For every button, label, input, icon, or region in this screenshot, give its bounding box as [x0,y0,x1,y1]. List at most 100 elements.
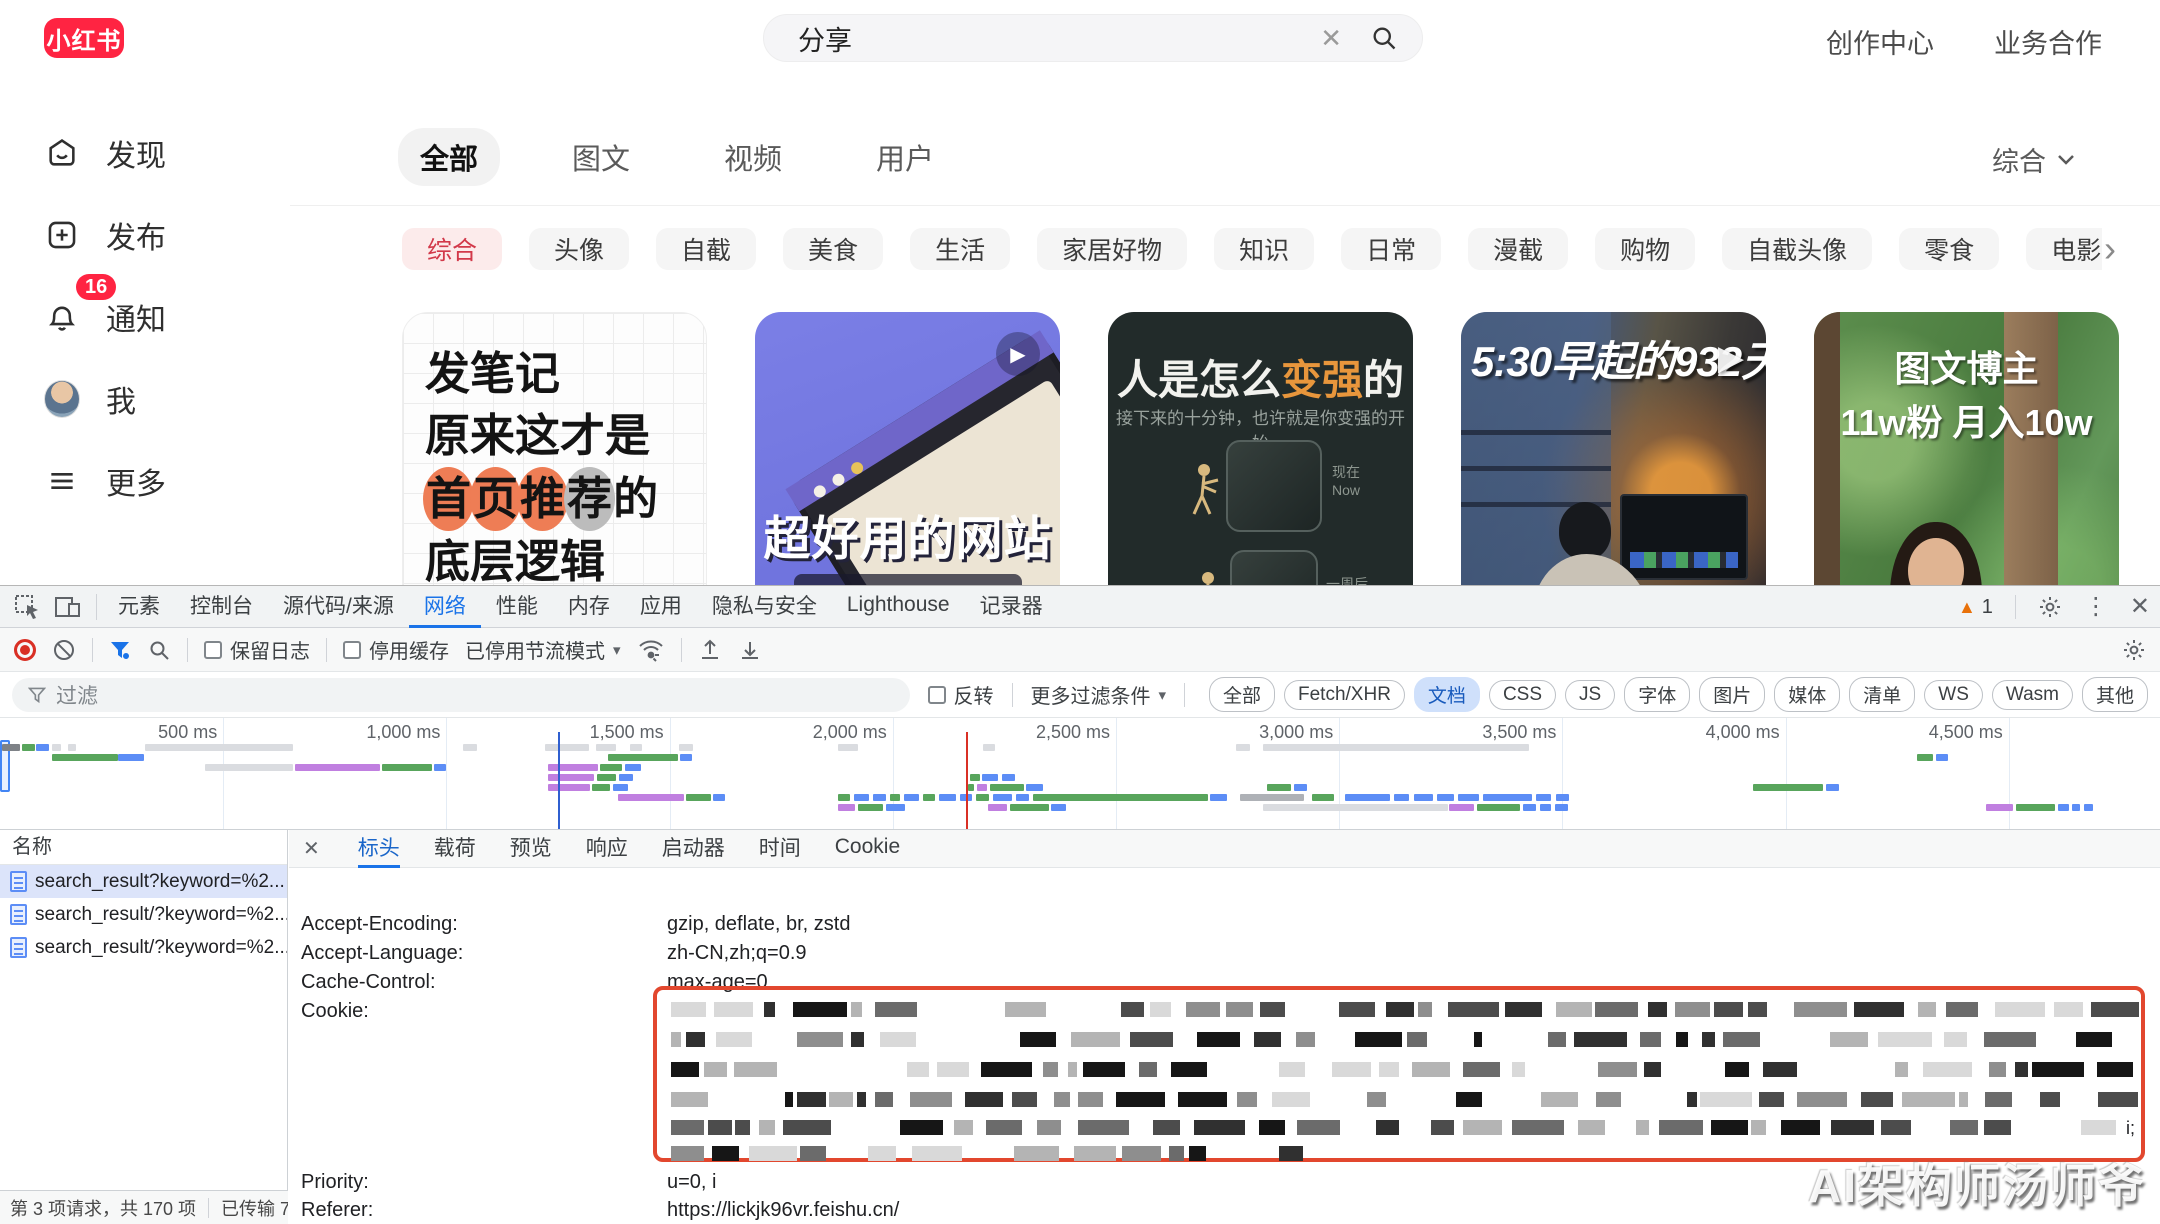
devtools-tab-网络[interactable]: 网络 [409,586,481,628]
search-icon[interactable] [1370,24,1398,52]
devtools-tab-元素[interactable]: 元素 [103,586,175,628]
sidebar-item-notify[interactable]: 通知16 [44,292,274,342]
waterfall-bar [545,744,589,751]
request-row[interactable]: search_result/?keyword=%2... [0,898,287,931]
filter-type-chip[interactable]: JS [1565,680,1615,710]
preserve-log-checkbox[interactable]: 保留日志 [204,635,310,664]
waterfall-bar [68,744,76,751]
filter-input[interactable]: 过滤 [12,678,910,712]
import-har-icon[interactable] [698,638,722,662]
filter-type-chip[interactable]: Wasm [1992,680,2073,710]
category-chip[interactable]: 漫截 [1468,228,1568,270]
filter-type-chip[interactable]: 清单 [1849,677,1915,712]
category-chip[interactable]: 自截头像 [1722,228,1872,270]
sort-dropdown[interactable]: 综合 [1992,140,2076,179]
business-coop-link[interactable]: 业务合作 [1994,22,2102,61]
details-tab-响应[interactable]: 响应 [586,830,628,868]
details-tab-时间[interactable]: 时间 [759,830,801,868]
category-chip[interactable]: 头像 [529,228,629,270]
filter-type-chip[interactable]: CSS [1489,680,1556,710]
filter-type-chip[interactable]: WS [1924,680,1983,710]
sidebar-item-discover[interactable]: 发现 [44,128,274,178]
category-chip[interactable]: 购物 [1595,228,1695,270]
network-conditions-icon[interactable] [637,637,665,663]
devtools-tab-隐私与安全[interactable]: 隐私与安全 [697,586,832,628]
filter-type-chip[interactable]: 文档 [1414,677,1480,712]
note-card-4[interactable]: 5:30早起的932天 ▶ [1461,312,1766,585]
details-tab-载荷[interactable]: 载荷 [434,830,476,868]
tab-视频[interactable]: 视频 [702,128,804,186]
more-filters-dropdown[interactable]: 更多过滤条件 ▾ [1030,680,1166,709]
search-bar[interactable]: 分享 ✕ [763,14,1423,62]
category-chip[interactable]: 综合 [402,228,502,270]
network-settings-gear-icon[interactable] [2122,638,2146,662]
details-tab-Cookie[interactable]: Cookie [835,830,900,868]
filter-type-chip[interactable]: 媒体 [1774,677,1840,712]
category-chip[interactable]: 自截 [656,228,756,270]
export-har-icon[interactable] [738,638,762,662]
network-overview-waterfall[interactable]: 500 ms1,000 ms1,500 ms2,000 ms2,500 ms3,… [0,718,2160,830]
chips-overflow-chevron-icon[interactable]: › [2104,230,2116,268]
close-devtools-icon[interactable]: ✕ [2130,595,2150,619]
note-card-5[interactable]: 图文博主 11w粉 月入10w [1814,312,2119,585]
filter-type-chip[interactable]: 图片 [1699,677,1765,712]
details-tab-标头[interactable]: 标头 [358,830,400,868]
waterfall-bar [890,794,900,801]
filter-type-chip[interactable]: 全部 [1209,677,1275,712]
devtools-tab-内存[interactable]: 内存 [553,586,625,628]
clear-search-icon[interactable]: ✕ [1320,23,1342,54]
name-column-header[interactable]: 名称 [0,830,287,865]
creator-center-link[interactable]: 创作中心 [1826,22,1934,61]
xiaohongshu-logo[interactable]: 小红书 [44,18,124,58]
category-chip[interactable]: 零食 [1899,228,1999,270]
search-network-icon[interactable] [147,638,171,662]
request-row[interactable]: search_result/?keyword=%2... [0,931,287,964]
devtools-tab-Lighthouse[interactable]: Lighthouse [832,586,965,628]
filter-type-chip[interactable]: 字体 [1624,677,1690,712]
waterfall-bar [548,784,590,791]
sidebar-item-me[interactable]: 我 [44,374,274,424]
sidebar-item-publish[interactable]: 发布 [44,210,274,260]
category-chip[interactable]: 生活 [910,228,1010,270]
invert-filter-checkbox[interactable]: 反转 [928,680,994,709]
tab-用户[interactable]: 用户 [854,128,956,186]
details-tab-启动器[interactable]: 启动器 [662,830,725,868]
category-chip[interactable]: 知识 [1214,228,1314,270]
disable-cache-checkbox[interactable]: 停用缓存 [343,635,449,664]
tab-全部[interactable]: 全部 [398,128,500,186]
waterfall-bar [838,744,858,751]
filter-type-chip[interactable]: 其他 [2082,677,2148,712]
sidebar-item-more[interactable]: 更多 [44,456,274,506]
clear-network-log-icon[interactable] [52,638,76,662]
settings-gear-icon[interactable] [2038,595,2062,619]
note-card-2[interactable]: ▶ 超好用的网站 录屏秒变PDF教程 [755,312,1060,585]
note-card-1[interactable]: 发笔记 原来这才是 首页推荐的 底层逻辑 [402,312,707,585]
device-toolbar-icon[interactable] [54,595,82,619]
warning-counter[interactable]: ▲ 1 [1958,596,1993,619]
filter-funnel-icon[interactable] [109,639,131,661]
waterfall-bar [295,764,380,771]
devtools-tab-源代码/来源[interactable]: 源代码/来源 [268,586,409,628]
category-chip[interactable]: 美食 [783,228,883,270]
filter-type-chip[interactable]: Fetch/XHR [1284,680,1405,710]
note-card-3[interactable]: 人是怎么变强的 接下来的十分钟，也许就是你变强的开始 现在Now 一周后One … [1108,312,1413,585]
devtools-tab-应用[interactable]: 应用 [625,586,697,628]
request-row[interactable]: search_result?keyword=%2... [0,865,287,898]
devtools-tab-记录器[interactable]: 记录器 [965,586,1058,628]
close-details-icon[interactable]: ✕ [303,836,320,861]
category-chip[interactable]: 家居好物 [1037,228,1187,270]
kebab-menu-icon[interactable]: ⋮ [2084,595,2108,619]
tick-label: 2,500 ms [1036,722,1110,743]
record-network-log-icon[interactable] [14,639,36,661]
search-input[interactable]: 分享 [798,19,1320,58]
tab-图文[interactable]: 图文 [550,128,652,186]
waterfall-bar [382,764,432,771]
devtools-tab-控制台[interactable]: 控制台 [175,586,268,628]
throttling-dropdown[interactable]: 已停用节流模式 ▾ [465,635,621,664]
gridline [893,718,894,829]
category-chip[interactable]: 日常 [1341,228,1441,270]
category-chip[interactable]: 电影 [2026,228,2102,270]
inspect-element-icon[interactable] [14,594,40,620]
devtools-tab-性能[interactable]: 性能 [481,586,553,628]
details-tab-预览[interactable]: 预览 [510,830,552,868]
